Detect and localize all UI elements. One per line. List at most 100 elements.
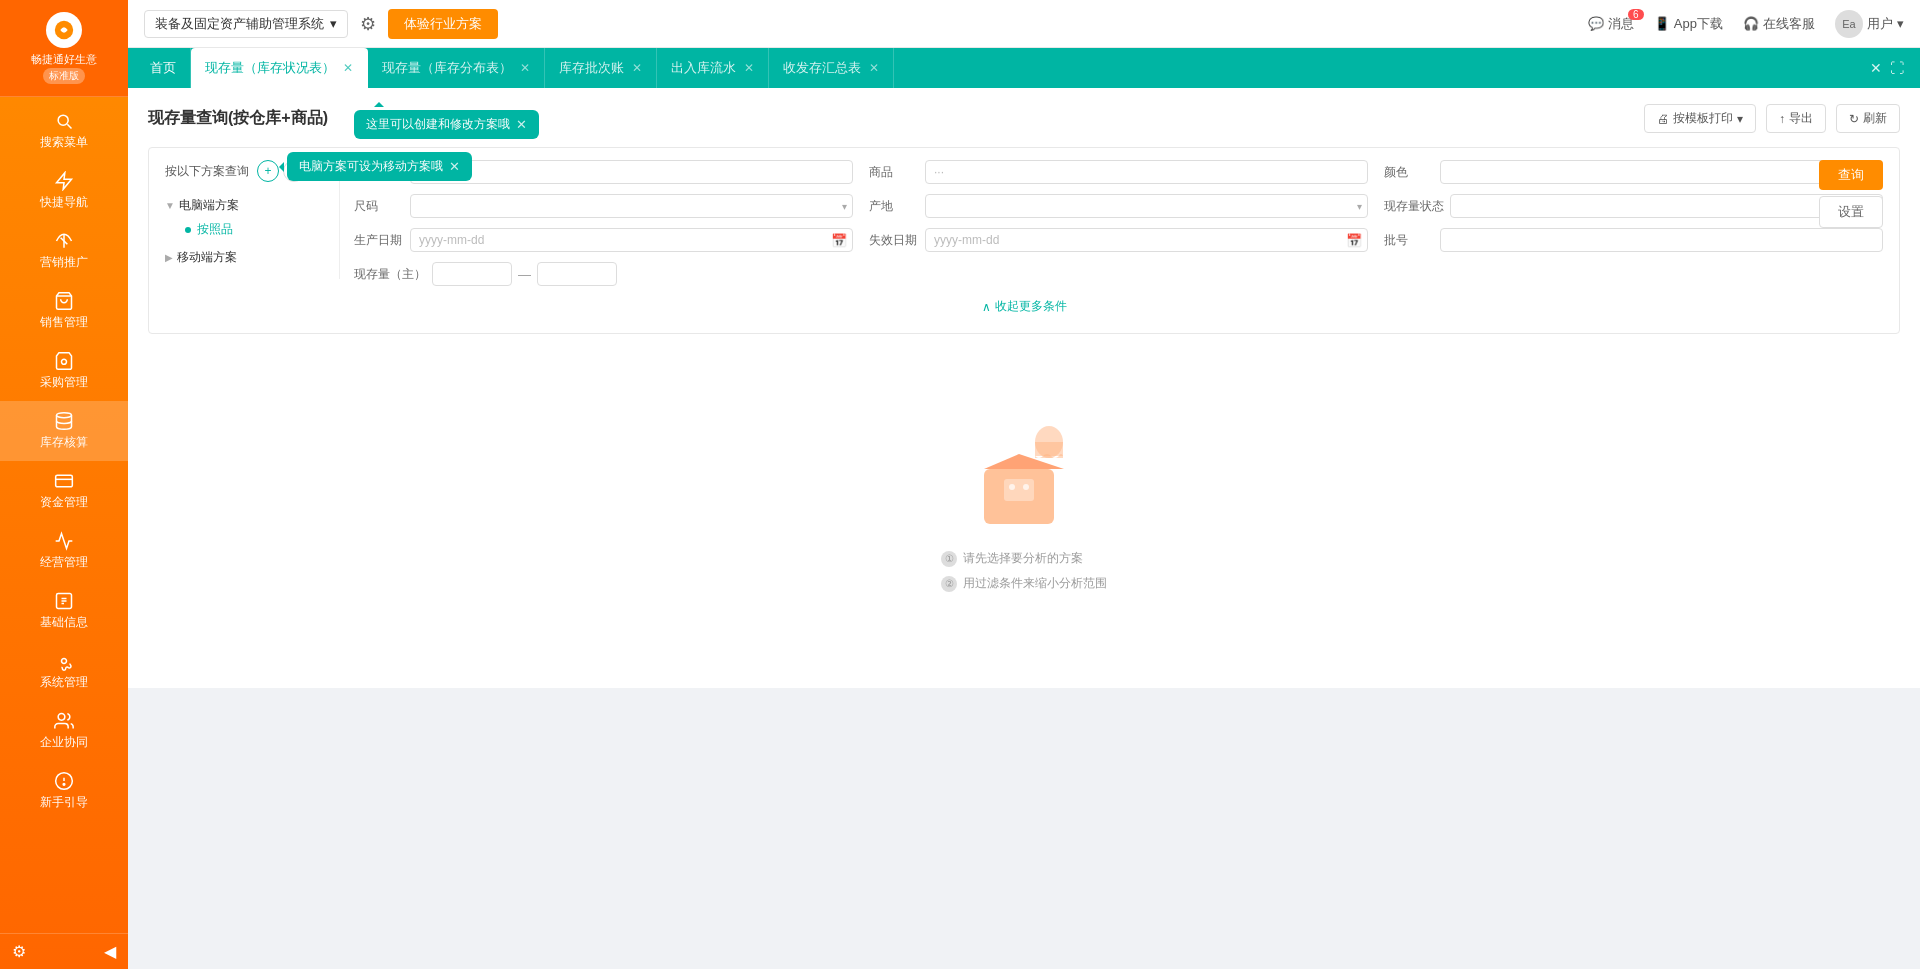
scheme-arrow-desktop: ▼ bbox=[165, 200, 175, 211]
edit-tooltip-text: 这里可以创建和修改方案哦 bbox=[366, 116, 510, 133]
batch-field: 批号 bbox=[1384, 228, 1883, 252]
origin-field: 产地 ▾ bbox=[869, 194, 1368, 218]
svg-point-5 bbox=[62, 360, 67, 365]
product-input[interactable]: ··· bbox=[925, 160, 1368, 184]
edit-tooltip: 这里可以创建和修改方案哦 ✕ bbox=[354, 110, 539, 139]
add-scheme-btn[interactable]: + bbox=[257, 160, 279, 182]
production-date-input[interactable] bbox=[410, 228, 853, 252]
system-dropdown-icon: ▾ bbox=[330, 16, 337, 31]
tab-close-stock-status[interactable]: ✕ bbox=[343, 61, 353, 75]
empty-text: ① 请先选择要分析的方案 ② 用过滤条件来缩小分析范围 bbox=[941, 550, 1107, 592]
qty-max-input[interactable] bbox=[537, 262, 617, 286]
product-field: 商品 ··· bbox=[869, 160, 1368, 184]
tab-close-batch[interactable]: ✕ bbox=[632, 61, 642, 75]
refresh-btn[interactable]: ↻ 刷新 bbox=[1836, 104, 1900, 133]
sidebar-item-management[interactable]: 经营管理 bbox=[0, 521, 128, 581]
settings-icon[interactable]: ⚙ bbox=[12, 942, 26, 961]
scheme-group-desktop-header[interactable]: ▼ 电脑端方案 bbox=[165, 194, 325, 217]
tab-close-distribution[interactable]: ✕ bbox=[520, 61, 530, 75]
notification-badge: 6 bbox=[1628, 9, 1644, 20]
scheme-arrow-mobile: ▶ bbox=[165, 252, 173, 263]
qty-min-input[interactable] bbox=[432, 262, 512, 286]
color-label: 颜色 bbox=[1384, 164, 1434, 181]
app-download-label: App下载 bbox=[1674, 15, 1723, 33]
sidebar-item-guide[interactable]: 新手引导 bbox=[0, 761, 128, 821]
sidebar-item-purchase[interactable]: 采购管理 bbox=[0, 341, 128, 401]
plan-button[interactable]: 体验行业方案 bbox=[388, 9, 498, 39]
print-btn[interactable]: 🖨 按模板打印 ▾ bbox=[1644, 104, 1756, 133]
tabbar: 首页 现存量（库存状况表） ✕ 现存量（库存分布表） ✕ 库存批次账 ✕ 出入库… bbox=[128, 48, 1920, 88]
tab-close-all-btn[interactable]: ✕ bbox=[1870, 60, 1882, 76]
sidebar-item-enterprise[interactable]: 企业协同 bbox=[0, 701, 128, 761]
reset-btn[interactable]: 设置 bbox=[1819, 196, 1883, 228]
sidebar-item-inventory[interactable]: 库存核算 bbox=[0, 401, 128, 461]
app-name: 畅捷通好生意 bbox=[31, 52, 97, 66]
collapse-icon: ∧ bbox=[982, 300, 991, 314]
tab-summary[interactable]: 收发存汇总表 ✕ bbox=[769, 48, 894, 88]
tab-stock-distribution[interactable]: 现存量（库存分布表） ✕ bbox=[368, 48, 545, 88]
empty-num-2: ② bbox=[941, 576, 957, 592]
sidebar-item-basicinfo[interactable]: 基础信息 bbox=[0, 581, 128, 641]
stock-status-field: 现存量状态 ▾ bbox=[1384, 194, 1883, 218]
sidebar-item-system[interactable]: 系统管理 bbox=[0, 641, 128, 701]
origin-select[interactable] bbox=[925, 194, 1368, 218]
svg-point-20 bbox=[1023, 484, 1029, 490]
topbar-left: 装备及固定资产辅助管理系统 ▾ ⚙ 体验行业方案 bbox=[144, 9, 498, 39]
settings-btn[interactable]: ⚙ bbox=[356, 9, 380, 39]
online-support-btn[interactable]: 🎧 在线客服 bbox=[1743, 15, 1815, 33]
scheme-group-mobile-header[interactable]: ▶ 移动端方案 bbox=[165, 246, 325, 269]
warehouse-input[interactable]: ··· bbox=[410, 160, 853, 184]
tab-close-summary[interactable]: ✕ bbox=[869, 61, 879, 75]
app-download-btn[interactable]: 📱 App下载 bbox=[1654, 15, 1723, 33]
search-btn[interactable]: 查询 bbox=[1819, 160, 1883, 190]
edit-tooltip-close[interactable]: ✕ bbox=[516, 117, 527, 132]
export-btn[interactable]: ↑ 导出 bbox=[1766, 104, 1826, 133]
tab-stock-status[interactable]: 现存量（库存状况表） ✕ bbox=[191, 48, 368, 88]
empty-illustration bbox=[964, 414, 1084, 534]
scheme-item-byproduct[interactable]: 按照品 bbox=[165, 217, 325, 242]
empty-hint-2: ② 用过滤条件来缩小分析范围 bbox=[941, 575, 1107, 592]
tab-flow[interactable]: 出入库流水 ✕ bbox=[657, 48, 769, 88]
svg-point-19 bbox=[1009, 484, 1015, 490]
plan-tooltip-close[interactable]: ✕ bbox=[449, 159, 460, 174]
tabbar-controls: ✕ ⛶ bbox=[1862, 60, 1912, 76]
color-select-wrapper: ▾ bbox=[1440, 160, 1883, 184]
export-icon: ↑ bbox=[1779, 112, 1785, 126]
app-logo-icon bbox=[46, 12, 82, 48]
empty-state: ① 请先选择要分析的方案 ② 用过滤条件来缩小分析范围 bbox=[148, 334, 1900, 672]
sidebar-logo: 畅捷通好生意 标准版 bbox=[0, 0, 128, 97]
content-area: 现存量查询(按仓库+商品) 🖨 按模板打印 ▾ ↑ 导出 ↻ 刷新 bbox=[128, 88, 1920, 969]
sidebar-item-marketing[interactable]: 营销推广 bbox=[0, 221, 128, 281]
user-menu[interactable]: Ea 用户 ▾ bbox=[1835, 10, 1904, 38]
size-select[interactable] bbox=[410, 194, 853, 218]
app-badge: 标准版 bbox=[43, 68, 85, 84]
sidebar-item-sales[interactable]: 销售管理 bbox=[0, 281, 128, 341]
svg-point-14 bbox=[58, 714, 65, 721]
collapse-btn[interactable]: ∧ 收起更多条件 bbox=[982, 298, 1067, 315]
svg-rect-7 bbox=[56, 475, 73, 487]
batch-input[interactable] bbox=[1440, 228, 1883, 252]
sidebar-item-finance[interactable]: 资金管理 bbox=[0, 461, 128, 521]
svg-point-1 bbox=[58, 115, 68, 125]
tab-close-flow[interactable]: ✕ bbox=[744, 61, 754, 75]
print-icon: 🖨 bbox=[1657, 112, 1669, 126]
tab-expand-btn[interactable]: ⛶ bbox=[1890, 60, 1904, 76]
expiry-date-wrapper: 📅 bbox=[925, 228, 1368, 252]
empty-hint-1: ① 请先选择要分析的方案 bbox=[941, 550, 1107, 567]
tab-home[interactable]: 首页 bbox=[136, 48, 191, 88]
svg-rect-22 bbox=[1035, 442, 1063, 456]
sidebar-item-quicknav[interactable]: 快捷导航 bbox=[0, 161, 128, 221]
empty-svg bbox=[964, 414, 1084, 534]
message-btn[interactable]: 💬 消息 6 bbox=[1588, 15, 1634, 33]
system-selector[interactable]: 装备及固定资产辅助管理系统 ▾ bbox=[144, 10, 348, 38]
tab-batch[interactable]: 库存批次账 ✕ bbox=[545, 48, 657, 88]
sidebar-bottom: ⚙ ◀ bbox=[0, 933, 128, 969]
color-select[interactable] bbox=[1440, 160, 1883, 184]
message-icon: 💬 bbox=[1588, 16, 1604, 31]
sidebar-item-search[interactable]: 搜索菜单 bbox=[0, 101, 128, 161]
collapse-icon[interactable]: ◀ bbox=[104, 942, 116, 961]
qty-field: 现存量（主） — bbox=[354, 262, 858, 286]
expiry-date-input[interactable] bbox=[925, 228, 1368, 252]
svg-point-13 bbox=[62, 659, 67, 664]
origin-label: 产地 bbox=[869, 198, 919, 215]
